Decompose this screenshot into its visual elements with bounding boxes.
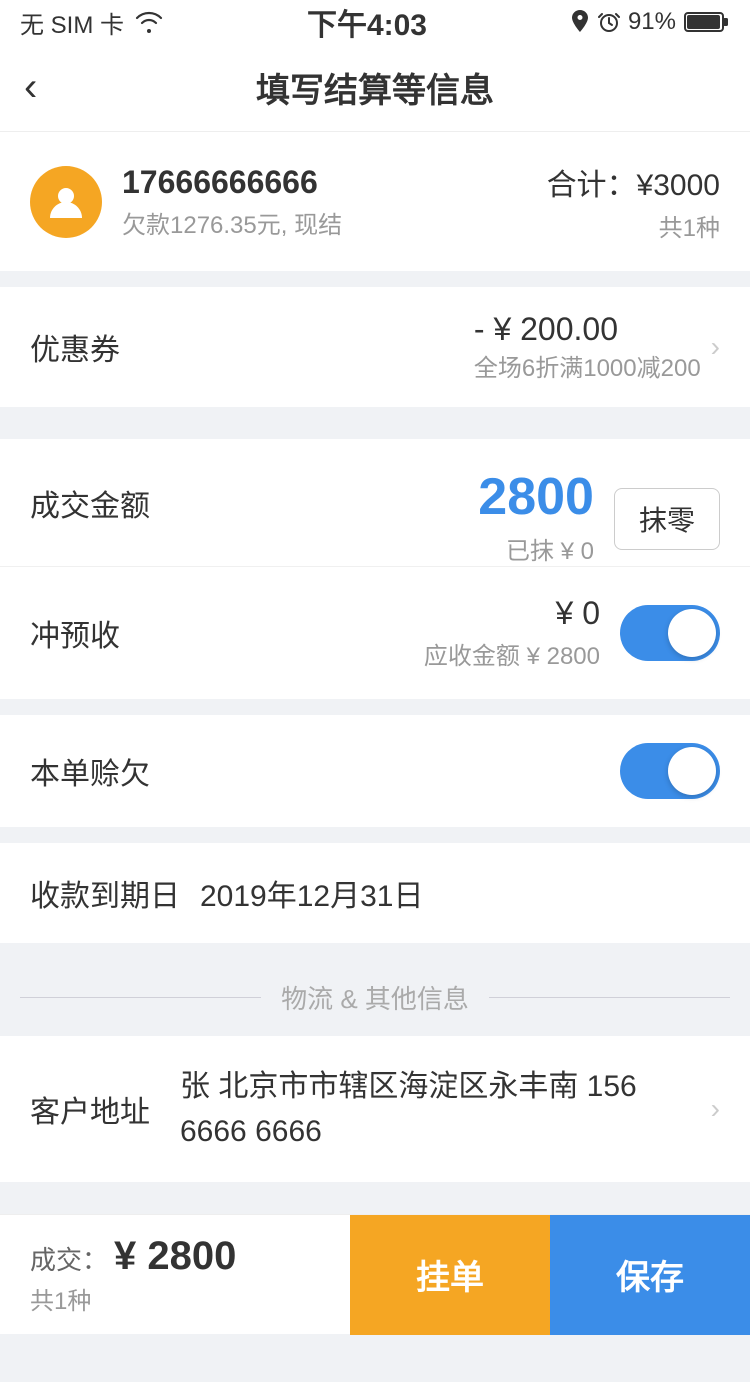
precharge-label: 冲预收 [30, 611, 120, 655]
debt-label: 本单赊欠 [30, 749, 150, 793]
bottom-deal-label: 成交： [30, 1240, 108, 1277]
precharge-receivable: 应收金额 ¥ 2800 [424, 636, 600, 671]
address-chevron-icon: › [711, 1093, 720, 1125]
bottom-info: 成交： ¥ 2800 共1种 [0, 1234, 350, 1316]
page-title: 填写结算等信息 [256, 63, 494, 112]
header-line-right [489, 997, 730, 998]
section-separator-2 [0, 699, 750, 715]
logistics-header-text: 物流 & 其他信息 [281, 979, 469, 1016]
address-label: 客户地址 [30, 1087, 150, 1131]
user-phone: 17666666666 [122, 164, 342, 201]
section-separator-1 [0, 423, 750, 439]
bottom-amount: ¥ 2800 [114, 1234, 236, 1279]
bottom-count: 共1种 [30, 1281, 320, 1316]
status-bar: 无 SIM 卡 下午4:03 91% [0, 0, 750, 44]
round-zero-button[interactable]: 抹零 [614, 488, 720, 550]
precharge-amount: ¥ 0 [424, 595, 600, 632]
status-time: 下午4:03 [307, 0, 427, 44]
nav-bar: ‹ 填写结算等信息 [0, 44, 750, 132]
avatar [30, 166, 102, 238]
coupon-discount: - ¥ 200.00 [474, 311, 701, 348]
coupon-chevron-icon: › [711, 331, 720, 363]
duedate-value: 2019年12月31日 [200, 871, 423, 915]
bottom-bar: 成交： ¥ 2800 共1种 挂单 保存 [0, 1214, 750, 1334]
deal-amount-label: 成交金额 [30, 467, 150, 525]
logistics-section-header: 物流 & 其他信息 [0, 959, 750, 1036]
deal-amount-sub: 已抹 ¥ 0 [478, 531, 594, 566]
coupon-label: 优惠券 [30, 325, 120, 369]
hang-order-button[interactable]: 挂单 [350, 1215, 550, 1335]
save-button[interactable]: 保存 [550, 1215, 750, 1335]
address-row[interactable]: 客户地址 张 北京市市辖区海淀区永丰南 156 6666 6666 › [0, 1036, 750, 1182]
coupon-desc: 全场6折满1000减200 [474, 348, 701, 383]
location-icon [570, 10, 590, 34]
wifi-icon [134, 11, 164, 33]
coupon-row[interactable]: 优惠券 - ¥ 200.00 全场6折满1000减200 › [0, 287, 750, 407]
precharge-row: 冲预收 ¥ 0 应收金额 ¥ 2800 [0, 566, 750, 699]
debt-toggle[interactable] [620, 743, 720, 799]
debt-row: 本单赊欠 [0, 715, 750, 827]
user-total: 合计：¥3000 [547, 160, 720, 204]
status-left: 无 SIM 卡 [20, 5, 164, 40]
user-subtext: 欠款1276.35元, 现结 [122, 205, 342, 240]
address-value: 张 北京市市辖区海淀区永丰南 156 6666 6666 [180, 1064, 701, 1154]
battery-percent: 91% [628, 8, 676, 36]
user-count: 共1种 [547, 208, 720, 243]
deal-amount-value: 2800 [478, 467, 594, 527]
back-button[interactable]: ‹ [24, 65, 37, 110]
no-sim-label: 无 SIM 卡 [20, 5, 124, 40]
duedate-label: 收款到期日 [30, 871, 180, 915]
battery-icon [684, 10, 730, 34]
duedate-row: 收款到期日 2019年12月31日 [0, 843, 750, 943]
deal-amount-row: 成交金额 2800 已抹 ¥ 0 抹零 [0, 439, 750, 566]
alarm-icon [598, 10, 620, 34]
status-right: 91% [570, 8, 730, 36]
user-card: 17666666666 欠款1276.35元, 现结 合计：¥3000 共1种 [0, 132, 750, 271]
precharge-toggle[interactable] [620, 605, 720, 661]
header-line-left [20, 997, 261, 998]
